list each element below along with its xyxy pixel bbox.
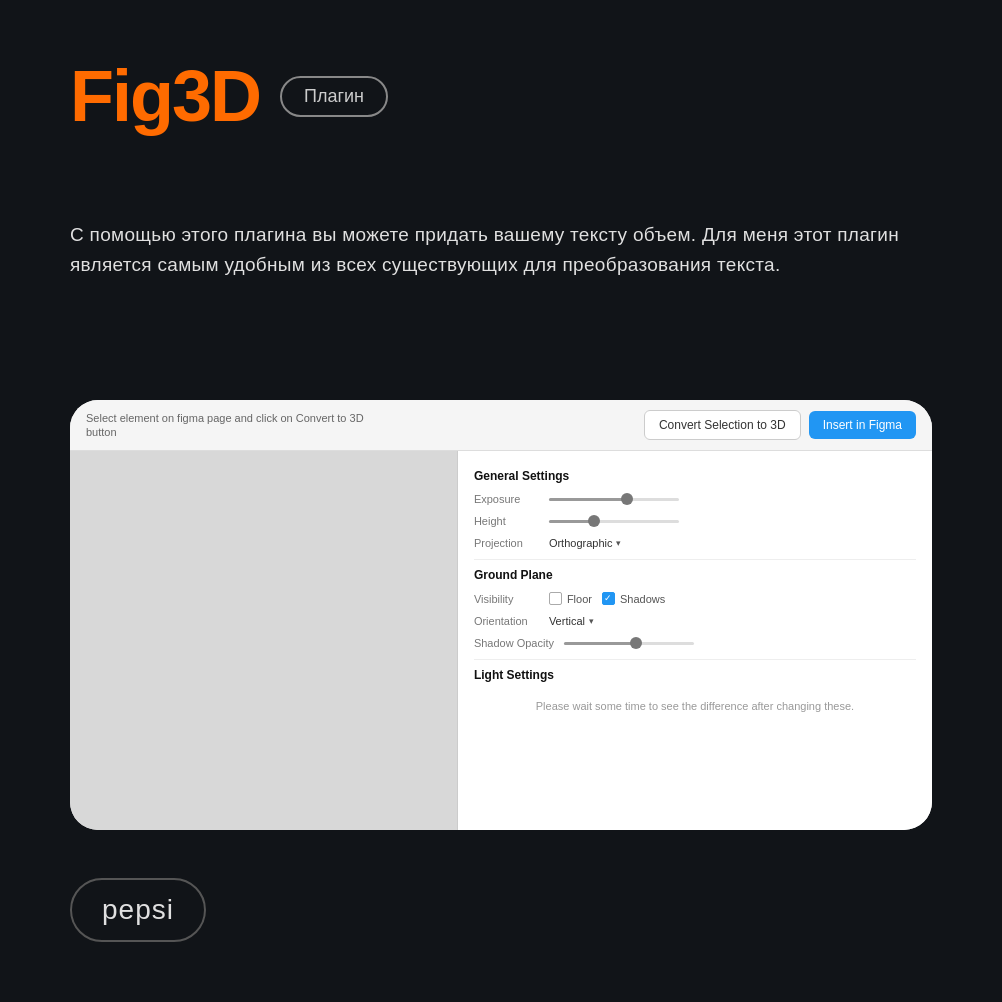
insert-figma-button[interactable]: Insert in Figma [809,411,916,439]
floor-checkbox[interactable] [549,592,562,605]
exposure-slider[interactable] [549,498,679,501]
topbar-buttons: Convert Selection to 3D Insert in Figma [644,410,916,440]
convert-selection-button[interactable]: Convert Selection to 3D [644,410,801,440]
floor-label: Floor [567,593,592,605]
pepsi-label: pepsi [102,894,174,925]
shadow-opacity-slider[interactable] [564,642,694,645]
ground-plane-title: Ground Plane [474,568,916,582]
shadows-checkbox-item[interactable]: Shadows [602,592,665,605]
topbar-instruction: Select element on figma page and click o… [86,411,386,440]
light-settings-title: Light Settings [474,668,916,682]
description-text: С помощью этого плагина вы можете придат… [70,220,932,281]
projection-label: Projection [474,537,539,549]
pepsi-badge: pepsi [70,878,206,942]
shadows-label: Shadows [620,593,665,605]
plugin-topbar: Select element on figma page and click o… [70,400,932,451]
height-label: Height [474,515,539,527]
shadow-opacity-label: Shadow Opacity [474,637,554,649]
exposure-label: Exposure [474,493,539,505]
projection-select[interactable]: Orthographic ▾ [549,537,622,549]
plugin-content: General Settings Exposure Height Proj [70,451,932,830]
plugin-badge: Плагин [280,76,388,117]
height-row: Height [474,515,916,527]
divider-1 [474,559,916,560]
plugin-card: Select element on figma page and click o… [70,400,932,830]
projection-row: Projection Orthographic ▾ [474,537,916,549]
logo: Fig3D [70,60,260,132]
divider-2 [474,659,916,660]
general-settings-title: General Settings [474,469,916,483]
header: Fig3D Плагин [70,60,388,132]
height-slider[interactable] [549,520,679,523]
visibility-row: Visibility Floor Shadows [474,592,916,605]
floor-checkbox-item[interactable]: Floor [549,592,592,605]
settings-panel: General Settings Exposure Height Proj [458,451,932,830]
projection-chevron-icon: ▾ [616,538,621,548]
shadows-checkbox[interactable] [602,592,615,605]
visibility-options: Floor Shadows [549,592,665,605]
visibility-label: Visibility [474,593,539,605]
preview-area [70,451,458,830]
orientation-label: Orientation [474,615,539,627]
shadow-opacity-row: Shadow Opacity [474,637,916,649]
exposure-row: Exposure [474,493,916,505]
orientation-chevron-icon: ▾ [589,616,594,626]
orientation-row: Orientation Vertical ▾ [474,615,916,627]
orientation-select[interactable]: Vertical ▾ [549,615,594,627]
orientation-value: Vertical [549,615,585,627]
light-notice: Please wait some time to see the differe… [474,692,916,721]
projection-value: Orthographic [549,537,613,549]
